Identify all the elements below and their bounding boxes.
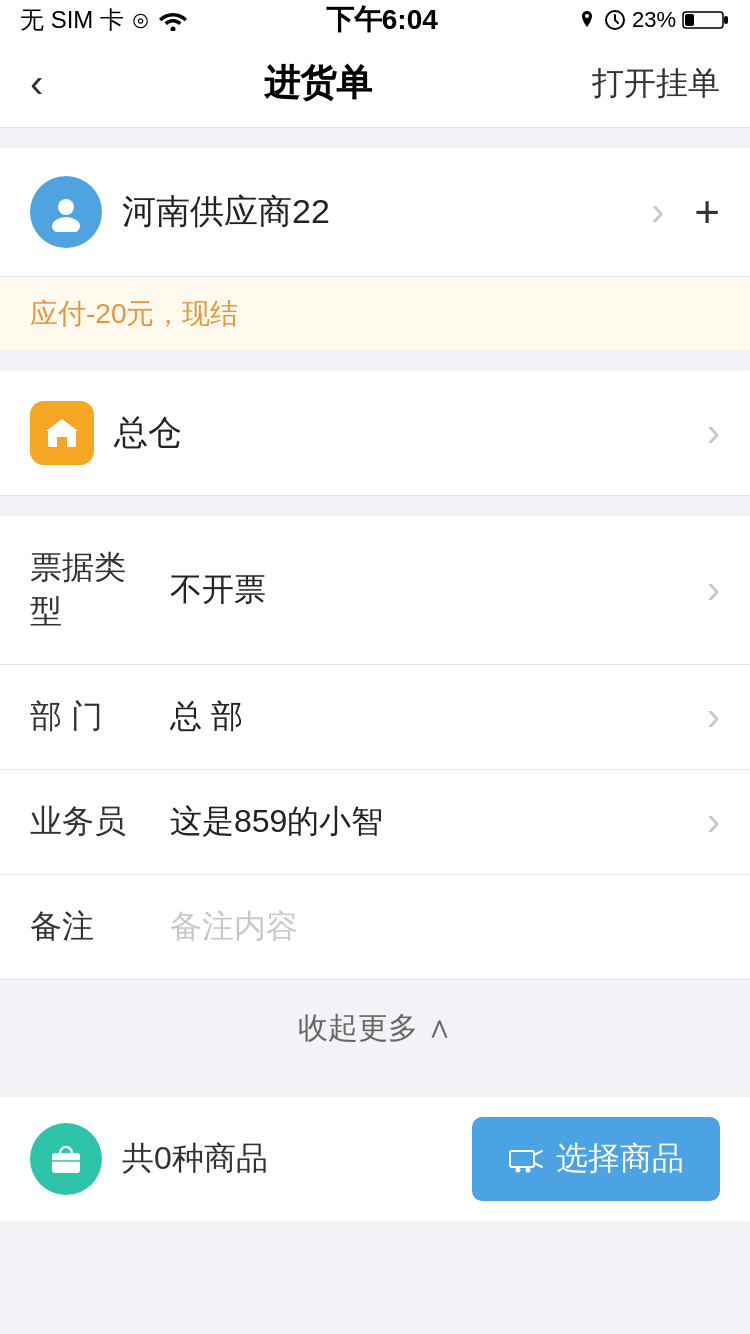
section-gap-4 bbox=[0, 1077, 750, 1097]
svg-line-14 bbox=[534, 1163, 542, 1167]
warehouse-icon bbox=[44, 415, 80, 451]
status-left: 无 SIM 卡 ⊙ bbox=[20, 4, 188, 36]
status-bar: 无 SIM 卡 ⊙ 下午6:04 23% bbox=[0, 0, 750, 40]
open-pending-button[interactable]: 打开挂单 bbox=[592, 62, 720, 106]
ticket-type-label: 票据类型 bbox=[30, 546, 150, 634]
clock-icon bbox=[604, 9, 626, 31]
warehouse-card: 总仓 bbox=[0, 371, 750, 496]
supplier-avatar bbox=[30, 176, 102, 248]
salesperson-value: 这是859的小智 bbox=[150, 800, 707, 844]
cart-icon bbox=[508, 1145, 544, 1173]
select-goods-button[interactable]: 选择商品 bbox=[472, 1117, 720, 1201]
svg-point-5 bbox=[58, 199, 74, 215]
salesperson-label: 业务员 bbox=[30, 800, 150, 844]
nav-bar: ‹ 进货单 打开挂单 bbox=[0, 40, 750, 128]
warehouse-row[interactable]: 总仓 bbox=[0, 371, 750, 496]
product-icon-bg bbox=[30, 1123, 102, 1195]
location-icon bbox=[576, 9, 598, 31]
section-gap-3 bbox=[0, 496, 750, 516]
svg-rect-10 bbox=[52, 1153, 80, 1173]
collapse-button[interactable]: 收起更多 ∧ bbox=[0, 980, 750, 1077]
wifi-icon bbox=[158, 9, 188, 31]
ticket-type-chevron bbox=[707, 569, 720, 611]
department-row[interactable]: 部 门 总 部 bbox=[0, 665, 750, 770]
select-goods-label: 选择商品 bbox=[556, 1137, 684, 1181]
svg-point-15 bbox=[516, 1168, 521, 1173]
department-value: 总 部 bbox=[150, 695, 707, 739]
product-count-label: 共0种商品 bbox=[122, 1137, 472, 1181]
page-title: 进货单 bbox=[264, 59, 372, 108]
bottom-bar: 共0种商品 选择商品 bbox=[0, 1097, 750, 1221]
ticket-type-row[interactable]: 票据类型 不开票 bbox=[0, 516, 750, 665]
user-icon bbox=[46, 192, 86, 232]
add-supplier-button[interactable]: + bbox=[694, 190, 720, 234]
warehouse-icon-bg bbox=[30, 401, 94, 465]
back-button[interactable]: ‹ bbox=[30, 61, 43, 106]
supplier-row[interactable]: 河南供应商22 + bbox=[0, 148, 750, 277]
form-card: 票据类型 不开票 部 门 总 部 业务员 这是859的小智 备注 备注内容 bbox=[0, 516, 750, 980]
svg-rect-4 bbox=[685, 14, 694, 26]
svg-line-13 bbox=[534, 1151, 542, 1155]
section-gap-2 bbox=[0, 351, 750, 371]
svg-point-0 bbox=[170, 27, 175, 32]
svg-rect-12 bbox=[510, 1151, 534, 1167]
status-right: 23% bbox=[576, 7, 730, 33]
remark-input[interactable]: 备注内容 bbox=[150, 905, 720, 949]
svg-rect-3 bbox=[724, 16, 728, 24]
salesperson-row[interactable]: 业务员 这是859的小智 bbox=[0, 770, 750, 875]
status-time: 下午6:04 bbox=[326, 1, 438, 39]
supplier-chevron-icon bbox=[651, 191, 664, 233]
svg-point-6 bbox=[52, 217, 80, 232]
svg-point-16 bbox=[526, 1168, 531, 1173]
remark-label: 备注 bbox=[30, 905, 150, 949]
notice-banner: 应付-20元，现结 bbox=[0, 277, 750, 351]
remark-row[interactable]: 备注 备注内容 bbox=[0, 875, 750, 980]
warehouse-label: 总仓 bbox=[114, 410, 707, 456]
supplier-name: 河南供应商22 bbox=[122, 189, 651, 235]
section-gap-1 bbox=[0, 128, 750, 148]
department-chevron bbox=[707, 696, 720, 738]
salesperson-chevron bbox=[707, 801, 720, 843]
svg-marker-8 bbox=[46, 419, 78, 431]
supplier-card: 河南供应商22 + 应付-20元，现结 bbox=[0, 148, 750, 351]
ticket-type-value: 不开票 bbox=[150, 568, 707, 612]
warehouse-chevron-icon bbox=[707, 412, 720, 454]
battery-level: 23% bbox=[632, 7, 676, 33]
svg-rect-9 bbox=[57, 437, 67, 447]
shopping-bag-icon bbox=[46, 1139, 86, 1179]
battery-icon bbox=[682, 9, 730, 31]
sim-status: 无 SIM 卡 ⊙ bbox=[20, 4, 150, 36]
department-label: 部 门 bbox=[30, 695, 150, 739]
